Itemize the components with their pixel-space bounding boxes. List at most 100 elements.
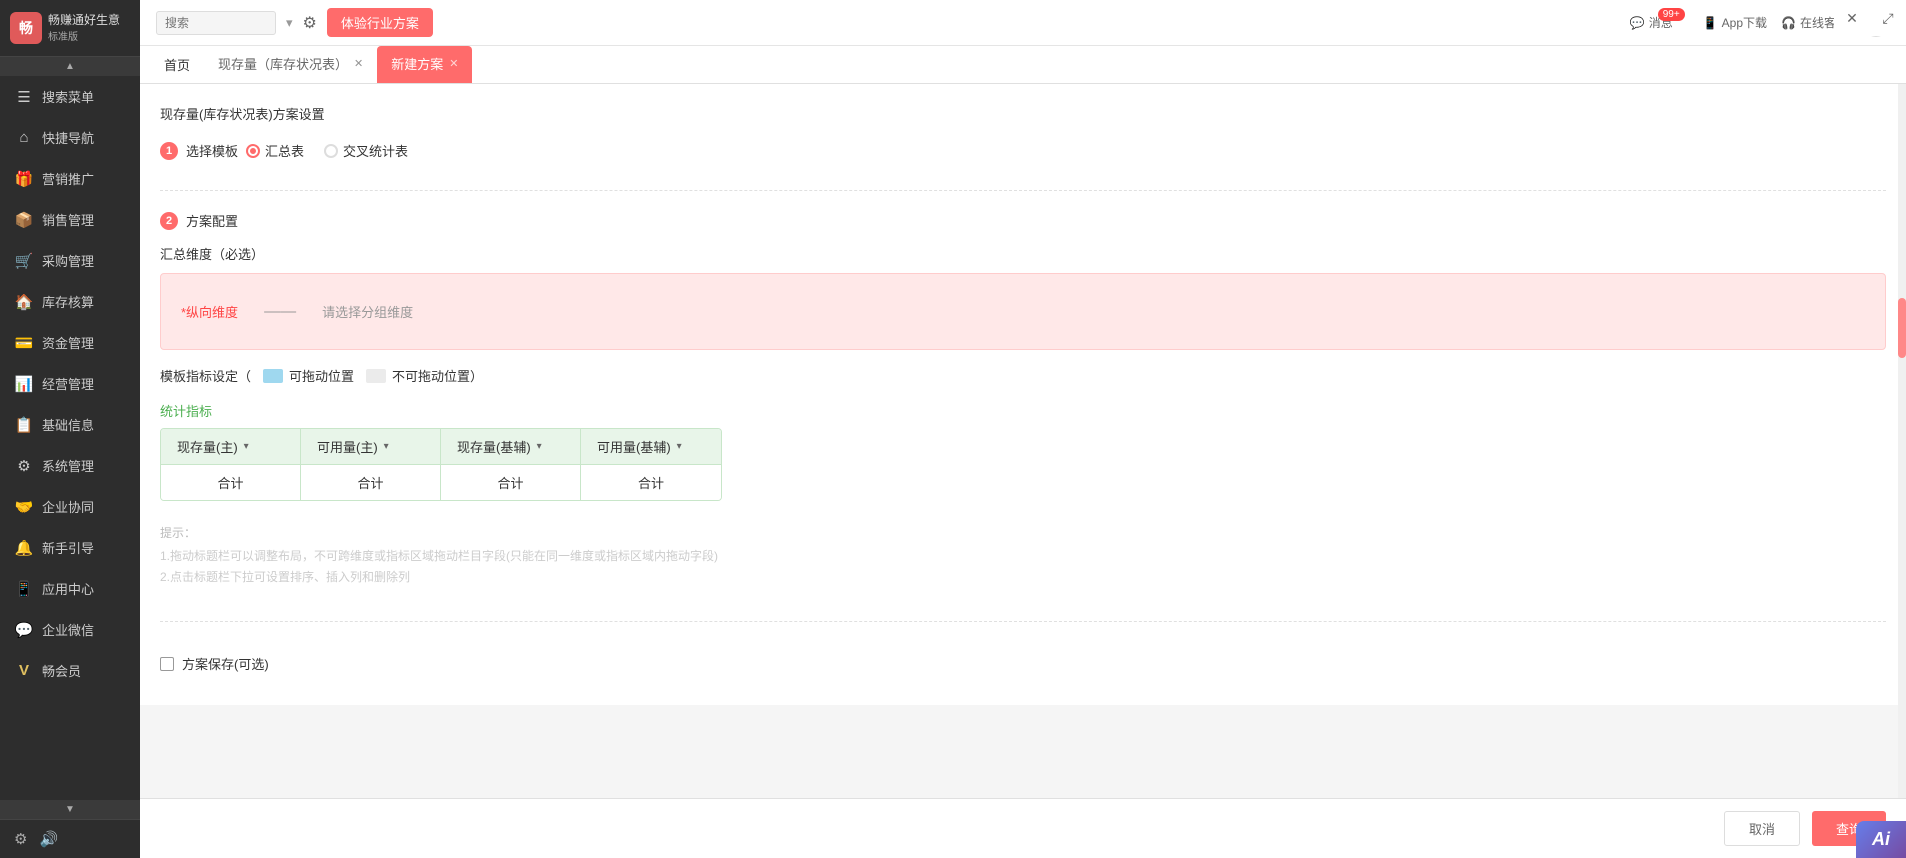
- sidebar-item-marketing[interactable]: 🎁 营销推广: [0, 158, 140, 199]
- sidebar-scroll-up[interactable]: ▲: [0, 57, 140, 76]
- sidebar-item-wechat[interactable]: 💬 企业微信: [0, 609, 140, 650]
- app-logo: 畅 畅赚通好生意 标准版: [0, 0, 140, 57]
- sidebar-item-app-center[interactable]: 📱 应用中心: [0, 568, 140, 609]
- sales-icon: 📦: [14, 211, 34, 229]
- chevron-available-main: ▾: [384, 441, 389, 452]
- app-center-icon: 📱: [14, 580, 34, 598]
- industry-btn[interactable]: 体验行业方案: [327, 8, 433, 37]
- sidebar-item-quick-nav[interactable]: ⌂ 快捷导航: [0, 117, 140, 158]
- tips-title: 提示：: [160, 524, 1886, 541]
- tab-new-plan-label: 新建方案: [391, 54, 443, 73]
- sidebar-item-operations[interactable]: 📊 经营管理: [0, 363, 140, 404]
- sidebar-item-purchase[interactable]: 🛒 采购管理: [0, 240, 140, 281]
- tab-home[interactable]: 首页: [150, 47, 204, 82]
- enterprise-icon: 🤝: [14, 498, 34, 516]
- sidebar-item-guide[interactable]: 🔔 新手引导: [0, 527, 140, 568]
- phone-icon: 📱: [1703, 16, 1718, 30]
- header-current-aux[interactable]: 现存量(基辅) ▾: [441, 429, 581, 464]
- topbar-left: ▾ ⚙ 体验行业方案: [156, 8, 433, 37]
- radio-summary[interactable]: 汇总表: [246, 141, 304, 160]
- home-icon: ⌂: [14, 129, 34, 146]
- app-download-label: App下载: [1722, 14, 1767, 31]
- radio-summary-circle: [246, 144, 260, 158]
- search-input[interactable]: [156, 11, 276, 35]
- header-current-main[interactable]: 现存量(主) ▾: [161, 429, 301, 464]
- radio-cross[interactable]: 交叉统计表: [324, 141, 408, 160]
- sidebar-item-membership[interactable]: V 畅会员: [0, 650, 140, 691]
- nodrag-position-indicator: 不可拖动位置）: [366, 366, 483, 385]
- main-content: ▾ ⚙ 体验行业方案 💬 消息 99+ 📱 App下载 🎧 在线客服 首页: [140, 0, 1906, 858]
- stats-data-row-0: 合计 合计 合计 合计: [161, 464, 721, 500]
- sound-footer-icon[interactable]: 🔊: [39, 830, 58, 848]
- sidebar-item-search-menu[interactable]: ☰ 搜索菜单: [0, 76, 140, 117]
- sidebar: 畅 畅赚通好生意 标准版 ▲ ☰ 搜索菜单 ⌂ 快捷导航 🎁 营销推广 📦 销售…: [0, 0, 140, 858]
- no-drag-box-icon: [366, 369, 386, 383]
- radio-summary-label: 汇总表: [265, 141, 304, 160]
- operations-icon: 📊: [14, 375, 34, 393]
- radio-cross-label: 交叉统计表: [343, 141, 408, 160]
- tab-inventory-close-icon[interactable]: ✕: [354, 57, 363, 70]
- dimension-required-label: *纵向维度: [181, 302, 238, 321]
- stats-table: 现存量(主) ▾ 可用量(主) ▾ 现存量(基辅) ▾ 可用量(基辅): [160, 428, 722, 501]
- step2-title: 方案配置: [186, 211, 238, 230]
- step1-number: 1: [160, 142, 178, 160]
- bottom-bar: 取消 查询: [140, 798, 1906, 858]
- dimension-arrow: ——: [264, 303, 296, 321]
- logo-icon: 畅: [10, 12, 42, 44]
- save-label: 方案保存(可选): [182, 654, 269, 673]
- app-name: 畅赚通好生意: [48, 13, 120, 29]
- expand-window-icon: ⤢: [1882, 10, 1893, 27]
- save-checkbox-row: 方案保存(可选): [160, 642, 1886, 685]
- scrollbar[interactable]: [1898, 84, 1906, 798]
- ai-badge[interactable]: Ai: [1856, 821, 1906, 858]
- content-area: 现存量(库存状况表)方案设置 1 选择模板 汇总表 交叉统计表: [140, 84, 1906, 798]
- sidebar-scroll-down[interactable]: ▼: [0, 800, 140, 819]
- drag-box-icon: [263, 369, 283, 383]
- tab-inventory-status[interactable]: 现存量（库存状况表） ✕: [204, 46, 377, 83]
- system-icon: ⚙: [14, 457, 34, 475]
- search-dropdown-icon[interactable]: ▾: [286, 15, 293, 31]
- template-radio-group: 汇总表 交叉统计表: [246, 141, 408, 160]
- purchase-icon: 🛒: [14, 252, 34, 270]
- close-window-btn[interactable]: ✕: [1834, 0, 1870, 36]
- chevron-current-main: ▾: [244, 441, 249, 452]
- close-window-icon: ✕: [1846, 10, 1858, 27]
- indicator-row: 模板指标设定（ 可拖动位置 不可拖动位置）: [160, 366, 1886, 385]
- cell-0-2: 合计: [441, 465, 581, 500]
- message-badge[interactable]: 💬 消息 99+: [1630, 14, 1673, 31]
- tips-item-1: 2.点击标题栏下拉可设置排序、插入列和删除列: [160, 568, 1886, 585]
- sidebar-item-basic-info[interactable]: 📋 基础信息: [0, 404, 140, 445]
- message-count: 99+: [1658, 8, 1685, 21]
- message-icon: 💬: [1630, 16, 1645, 30]
- topbar-settings-icon[interactable]: ⚙: [303, 13, 317, 33]
- chevron-available-aux: ▾: [677, 441, 682, 452]
- sidebar-item-finance[interactable]: 💳 资金管理: [0, 322, 140, 363]
- settings-footer-icon[interactable]: ⚙: [14, 830, 27, 848]
- app-download-link[interactable]: 📱 App下载: [1703, 14, 1767, 31]
- sidebar-item-system[interactable]: ⚙ 系统管理: [0, 445, 140, 486]
- header-available-main[interactable]: 可用量(主) ▾: [301, 429, 441, 464]
- nodrag-label: 不可拖动位置）: [392, 366, 483, 385]
- sidebar-footer: ⚙ 🔊: [0, 819, 140, 858]
- sidebar-item-sales[interactable]: 📦 销售管理: [0, 199, 140, 240]
- save-checkbox[interactable]: [160, 657, 174, 671]
- sidebar-nav: ☰ 搜索菜单 ⌂ 快捷导航 🎁 营销推广 📦 销售管理 🛒 采购管理 🏠 库存核…: [0, 76, 140, 800]
- cancel-button[interactable]: 取消: [1724, 811, 1800, 846]
- cell-0-3: 合计: [581, 465, 721, 500]
- headset-icon: 🎧: [1781, 16, 1796, 30]
- sidebar-item-inventory[interactable]: 🏠 库存核算: [0, 281, 140, 322]
- search-menu-icon: ☰: [14, 88, 34, 106]
- drag-label: 可拖动位置: [289, 366, 354, 385]
- sidebar-item-label: 搜索菜单: [42, 87, 94, 106]
- step2-number: 2: [160, 212, 178, 230]
- header-available-aux[interactable]: 可用量(基辅) ▾: [581, 429, 721, 464]
- scrollbar-thumb[interactable]: [1898, 298, 1906, 358]
- tab-new-plan-close-icon[interactable]: ✕: [449, 57, 458, 70]
- sidebar-item-enterprise[interactable]: 🤝 企业协同: [0, 486, 140, 527]
- expand-window-btn[interactable]: ⤢: [1870, 0, 1906, 36]
- cell-0-1: 合计: [301, 465, 441, 500]
- tips-item-0: 1.拖动标题栏可以调整布局，不可跨维度或指标区域拖动栏目字段(只能在同一维度或指…: [160, 547, 1886, 564]
- tab-new-plan[interactable]: 新建方案 ✕: [377, 46, 472, 83]
- cell-0-0: 合计: [161, 465, 301, 500]
- step1-section: 1 选择模板 汇总表 交叉统计表: [160, 141, 1886, 191]
